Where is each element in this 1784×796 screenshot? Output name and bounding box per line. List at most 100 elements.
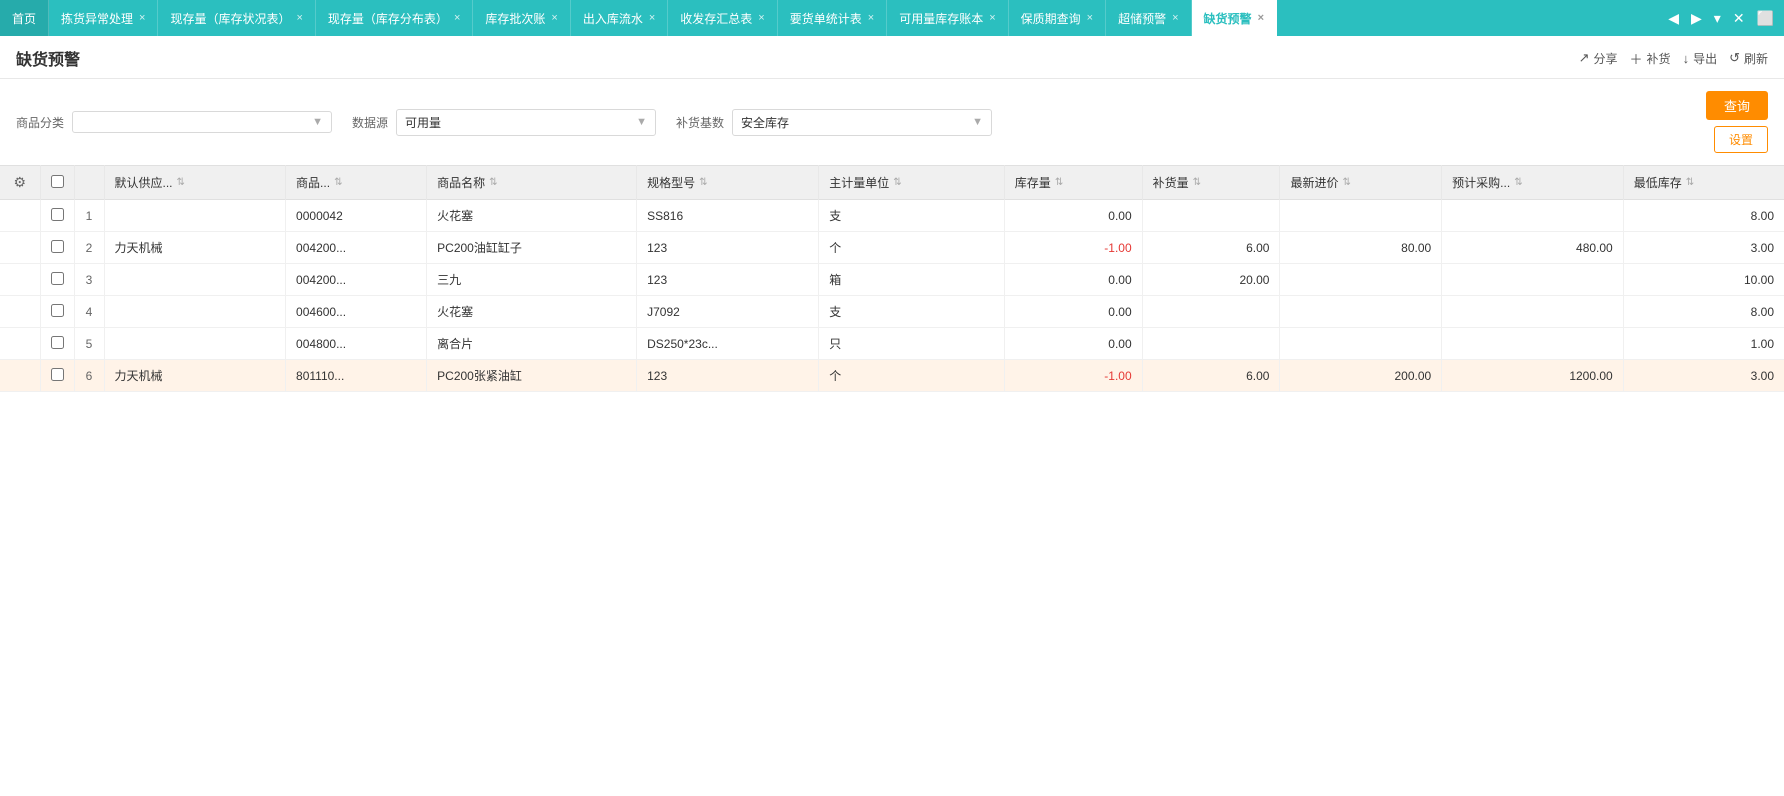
cell-supplier-4 — [104, 328, 286, 360]
replenish-action-button[interactable]: ＋补货 — [1630, 49, 1671, 68]
tab-label-exception: 拣货异常处理 — [61, 10, 133, 27]
tab-label-shortage: 缺货预警 — [1204, 10, 1252, 27]
tab-label-home: 首页 — [12, 10, 36, 27]
cell-latest-price-1: 80.00 — [1280, 232, 1442, 264]
cell-replenish-4 — [1142, 328, 1280, 360]
tab-batch-account[interactable]: 库存批次账 × — [473, 0, 570, 36]
cell-stock-0: 0.00 — [1004, 200, 1142, 232]
row-checkbox-1[interactable] — [51, 240, 64, 253]
sort-icon-product_name: ⇅ — [489, 177, 497, 188]
row-checkbox-2[interactable] — [51, 272, 64, 285]
tab-inventory-dist[interactable]: 现存量（库存分布表） × — [316, 0, 473, 36]
tab-shortage[interactable]: 缺货预警 × — [1192, 0, 1277, 36]
tab-exception[interactable]: 拣货异常处理 × — [49, 0, 158, 36]
tab-close-inventory-status[interactable]: × — [296, 12, 302, 24]
select-all-checkbox[interactable] — [51, 175, 64, 188]
col-header-latest_price[interactable]: 最新进价⇅ — [1280, 166, 1442, 200]
col-header-product_code[interactable]: 商品... ⇅ — [286, 166, 427, 200]
sort-icon-min_stock: ⇅ — [1686, 177, 1694, 188]
category-select[interactable]: ▼ — [72, 111, 332, 133]
tab-expiry-query[interactable]: 保质期查询 × — [1009, 0, 1106, 36]
data-table: ⚙默认供应...⇅商品...⇅商品名称⇅规格型号⇅主计量单位⇅库存量⇅补货量⇅最… — [0, 165, 1784, 392]
tab-close-exception[interactable]: × — [139, 12, 145, 24]
cell-min-stock-0: 8.00 — [1623, 200, 1784, 232]
col-header-stock[interactable]: 库存量⇅ — [1004, 166, 1142, 200]
col-header-unit[interactable]: 主计量单位⇅ — [819, 166, 1005, 200]
table-row: 6力天机械801110...PC200张紧油缸123个-1.006.00200.… — [0, 360, 1784, 392]
col-header-min_stock[interactable]: 最低库存⇅ — [1623, 166, 1784, 200]
category-label: 商品分类 — [16, 114, 64, 131]
tab-close-shortage[interactable]: × — [1258, 12, 1264, 24]
cell-product-code-1: 004200... — [286, 232, 427, 264]
tab-close-available-ledger[interactable]: × — [989, 12, 995, 24]
tab-next-button[interactable]: ▶ — [1685, 8, 1708, 29]
col-header-product_name[interactable]: 商品名称⇅ — [427, 166, 637, 200]
tab-close-demand-stats[interactable]: × — [868, 12, 874, 24]
tab-close-overstock[interactable]: × — [1172, 12, 1178, 24]
sort-icon-spec: ⇅ — [699, 177, 707, 188]
cell-replenish-0 — [1142, 200, 1280, 232]
tab-close-inventory-dist[interactable]: × — [454, 12, 460, 24]
cell-supplier-2 — [104, 264, 286, 296]
row-gear-cell-5 — [0, 360, 40, 392]
tab-inventory-status[interactable]: 现存量（库存状况表） × — [158, 0, 315, 36]
row-checkbox-5[interactable] — [51, 368, 64, 381]
share-action-button[interactable]: ↗分享 — [1579, 50, 1618, 67]
base-select[interactable]: 安全库存 ▼ — [732, 109, 992, 136]
export-label: 导出 — [1693, 50, 1717, 67]
settings-button[interactable]: 设置 — [1714, 126, 1768, 153]
cell-stock-2: 0.00 — [1004, 264, 1142, 296]
query-button[interactable]: 查询 — [1706, 91, 1768, 120]
cell-est-purchase-2 — [1442, 264, 1624, 296]
tab-close-expiry-query[interactable]: × — [1087, 12, 1093, 24]
cell-product-name-0: 火花塞 — [427, 200, 637, 232]
cell-replenish-1: 6.00 — [1142, 232, 1280, 264]
col-header-replenish[interactable]: 补货量⇅ — [1142, 166, 1280, 200]
sort-icon-unit: ⇅ — [893, 177, 901, 188]
tab-maximize-button[interactable]: ⬜ — [1751, 8, 1780, 29]
tab-close-receive-summary[interactable]: × — [758, 12, 764, 24]
row-checkbox-4[interactable] — [51, 336, 64, 349]
row-checkbox-0[interactable] — [51, 208, 64, 221]
datasource-select[interactable]: 可用量 ▼ — [396, 109, 656, 136]
tab-overstock[interactable]: 超储预警 × — [1106, 0, 1191, 36]
settings-gear-icon[interactable]: ⚙ — [13, 174, 26, 190]
cell-replenish-2: 20.00 — [1142, 264, 1280, 296]
tab-available-ledger[interactable]: 可用量库存账本 × — [887, 0, 1008, 36]
row-checkbox-cell-0 — [40, 200, 74, 232]
tab-close-batch-account[interactable]: × — [551, 12, 557, 24]
cell-latest-price-0 — [1280, 200, 1442, 232]
col-header-rownum — [74, 166, 104, 200]
sort-icon-product_code: ⇅ — [334, 177, 342, 188]
cell-unit-5: 个 — [819, 360, 1005, 392]
row-checkbox-3[interactable] — [51, 304, 64, 317]
datasource-value: 可用量 — [405, 114, 441, 131]
page-content: 缺货预警 ↗分享＋补货↓导出↺刷新 商品分类 ▼ 数据源 可用量 ▼ 补货基数 … — [0, 36, 1784, 796]
cell-product-code-0: 0000042 — [286, 200, 427, 232]
cell-stock-5: -1.00 — [1004, 360, 1142, 392]
filter-category-group: 商品分类 ▼ — [16, 111, 332, 133]
row-checkbox-cell-5 — [40, 360, 74, 392]
tab-demand-stats[interactable]: 要货单统计表 × — [778, 0, 887, 36]
tab-inout-flow[interactable]: 出入库流水 × — [571, 0, 668, 36]
row-number-4: 5 — [74, 328, 104, 360]
export-action-button[interactable]: ↓导出 — [1683, 50, 1718, 67]
col-label-product_code: 商品... — [296, 174, 330, 191]
tab-prev-button[interactable]: ◀ — [1662, 8, 1685, 29]
col-header-spec[interactable]: 规格型号⇅ — [637, 166, 819, 200]
cell-est-purchase-1: 480.00 — [1442, 232, 1624, 264]
col-header-supplier[interactable]: 默认供应...⇅ — [104, 166, 286, 200]
tab-home[interactable]: 首页 — [0, 0, 49, 36]
base-value: 安全库存 — [741, 114, 789, 131]
tab-menu-button[interactable]: ▾ — [1708, 8, 1727, 29]
row-checkbox-cell-3 — [40, 296, 74, 328]
tab-close-all-button[interactable]: ✕ — [1727, 8, 1751, 29]
refresh-action-button[interactable]: ↺刷新 — [1729, 50, 1768, 67]
col-header-est_purchase[interactable]: 预计采购...⇅ — [1442, 166, 1624, 200]
tab-close-inout-flow[interactable]: × — [649, 12, 655, 24]
cell-product-name-4: 离合片 — [427, 328, 637, 360]
col-label-supplier: 默认供应... — [115, 174, 173, 191]
tab-receive-summary[interactable]: 收发存汇总表 × — [668, 0, 777, 36]
page-header: 缺货预警 ↗分享＋补货↓导出↺刷新 — [0, 36, 1784, 79]
cell-est-purchase-0 — [1442, 200, 1624, 232]
